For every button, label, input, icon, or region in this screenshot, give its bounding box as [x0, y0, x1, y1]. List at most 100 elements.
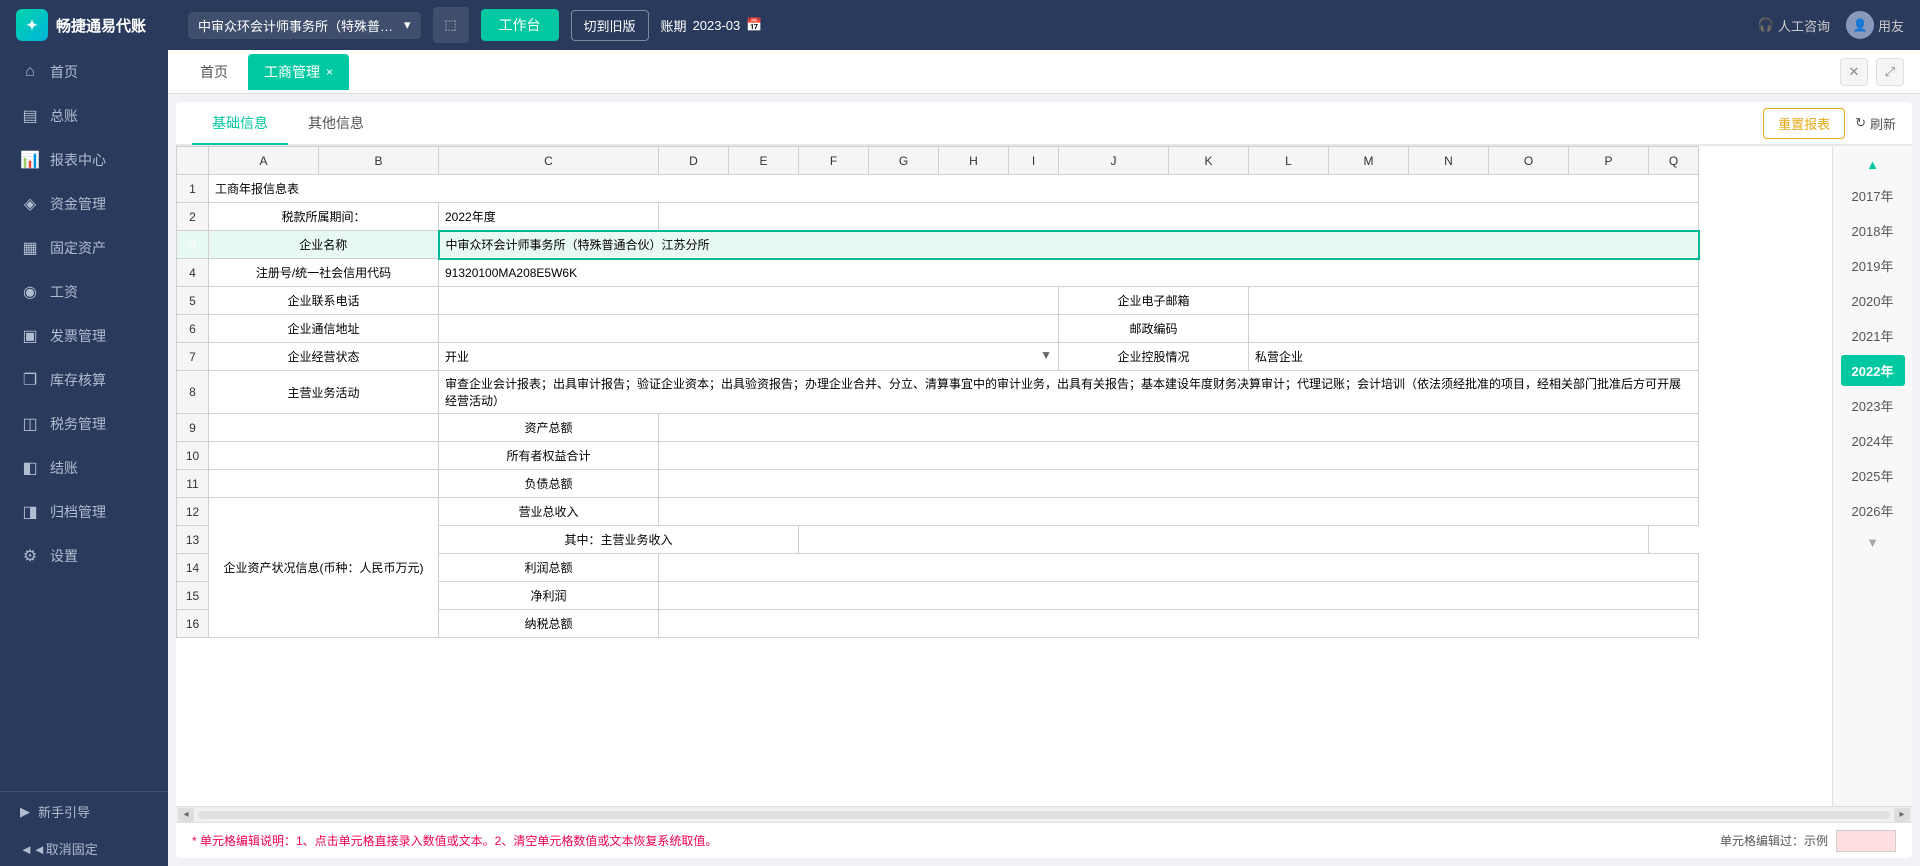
subtab-other[interactable]: 其他信息: [288, 103, 384, 145]
reset-button[interactable]: 重置报表: [1763, 108, 1845, 139]
period-label: 账期: [661, 16, 687, 35]
col-header-b[interactable]: B: [319, 147, 439, 175]
cell-3-c[interactable]: 中审众环会计师事务所（特殊普通合伙）江苏分所: [439, 231, 1699, 259]
sidebar-label-home: 首页: [50, 62, 78, 82]
year-2019[interactable]: 2019年: [1841, 250, 1905, 281]
cell-11-d[interactable]: [659, 470, 1699, 498]
cell-5-c[interactable]: [439, 287, 1059, 315]
cell-4-c[interactable]: 91320100MA208E5W6K: [439, 259, 1699, 287]
year-2018[interactable]: 2018年: [1841, 215, 1905, 246]
cell-6-k[interactable]: [1249, 315, 1699, 343]
year-2025[interactable]: 2025年: [1841, 460, 1905, 491]
col-header-m[interactable]: M: [1329, 147, 1409, 175]
tabbar: 首页 工商管理 × ✕ ⤢: [168, 50, 1920, 94]
company-selector[interactable]: 中审众环会计师事务所（特殊普通合伙... ▾: [188, 12, 421, 39]
sidebar-item-salary[interactable]: ◉ 工资: [0, 270, 168, 314]
cell-7-n[interactable]: 私营企业: [1249, 343, 1699, 371]
cell-6-c[interactable]: [439, 315, 1059, 343]
row-num-9: 9: [177, 414, 209, 442]
sidebar-item-tax[interactable]: ◫ 税务管理: [0, 402, 168, 446]
cell-5-k[interactable]: [1249, 287, 1699, 315]
chevron-down-icon: ▾: [404, 17, 411, 33]
tab-commerce[interactable]: 工商管理 ×: [248, 54, 349, 90]
new-guide-button[interactable]: ▶ 新手引导: [0, 792, 168, 831]
col-header-p[interactable]: P: [1569, 147, 1649, 175]
checkout-icon: ◧: [20, 458, 40, 478]
salary-icon: ◉: [20, 282, 40, 302]
expand-icon: ⤢: [1885, 64, 1895, 80]
cell-13-g[interactable]: [799, 526, 1649, 554]
sheet-table-wrapper[interactable]: A B C D E F G H I J: [176, 146, 1832, 806]
oldversion-button[interactable]: 切到旧版: [571, 10, 649, 41]
col-header-n[interactable]: N: [1409, 147, 1489, 175]
year-2017[interactable]: 2017年: [1841, 180, 1905, 211]
window-expand-button[interactable]: ⤢: [1876, 58, 1904, 86]
sidebar-item-reports[interactable]: 📊 报表中心: [0, 138, 168, 182]
col-header-k[interactable]: K: [1169, 147, 1249, 175]
workbench-button[interactable]: 工作台: [481, 9, 559, 41]
cell-15-d[interactable]: [659, 582, 1699, 610]
sidebar-item-assets[interactable]: ▦ 固定资产: [0, 226, 168, 270]
sidebar-item-archive[interactable]: ◨ 归档管理: [0, 490, 168, 534]
col-header-e[interactable]: E: [729, 147, 799, 175]
year-scroll-up[interactable]: ▲: [1841, 150, 1905, 178]
sidebar-item-ledger[interactable]: ▤ 总账: [0, 94, 168, 138]
avatar: 👤: [1846, 11, 1874, 39]
col-header-d[interactable]: D: [659, 147, 729, 175]
cell-16-c: 纳税总额: [439, 610, 659, 638]
cell-16-d[interactable]: [659, 610, 1699, 638]
sidebar-label-finance: 资金管理: [50, 194, 106, 214]
year-2020[interactable]: 2020年: [1841, 285, 1905, 316]
window-close-button[interactable]: ✕: [1840, 58, 1868, 86]
sidebar-item-invoice[interactable]: ▣ 发票管理: [0, 314, 168, 358]
consult-button[interactable]: 🎧 人工咨询: [1758, 16, 1830, 35]
cell-10-d[interactable]: [659, 442, 1699, 470]
sidebar-label-ledger: 总账: [50, 106, 78, 126]
tab-home[interactable]: 首页: [184, 54, 244, 90]
user-menu[interactable]: 👤 用友: [1846, 11, 1904, 39]
hscroll-left-btn[interactable]: ◂: [178, 808, 194, 822]
year-2021[interactable]: 2021年: [1841, 320, 1905, 351]
year-2026[interactable]: 2026年: [1841, 495, 1905, 526]
example-label: 单元格编辑过：示例: [1720, 832, 1828, 849]
col-header-f[interactable]: F: [799, 147, 869, 175]
cell-7-c[interactable]: 开业 ▼: [439, 343, 1059, 371]
table-row: 7 企业经营状态 开业 ▼ 企业控股情况 私营企业: [177, 343, 1699, 371]
dropdown-icon[interactable]: ▼: [1040, 348, 1052, 362]
col-header-i[interactable]: I: [1009, 147, 1059, 175]
col-header-c[interactable]: C: [439, 147, 659, 175]
col-header-a[interactable]: A: [209, 147, 319, 175]
refresh-button[interactable]: ↻ 刷新: [1855, 114, 1896, 133]
col-header-g[interactable]: G: [869, 147, 939, 175]
calendar-icon[interactable]: 📅: [746, 17, 762, 33]
hscroll-track[interactable]: [198, 811, 1890, 819]
cell-2-rest: [659, 203, 1699, 231]
cell-2-c[interactable]: 2022年度: [439, 203, 659, 231]
year-2023[interactable]: 2023年: [1841, 390, 1905, 421]
sidebar-item-home[interactable]: ⌂ 首页: [0, 50, 168, 94]
cell-8-c[interactable]: 审查企业会计报表；出具审计报告；验证企业资本；出具验资报告；办理企业合并、分立、…: [439, 371, 1699, 414]
col-header-h[interactable]: H: [939, 147, 1009, 175]
cell-14-d[interactable]: [659, 554, 1699, 582]
year-scroll-down[interactable]: ▼: [1841, 528, 1905, 556]
subtab-basic[interactable]: 基础信息: [192, 103, 288, 145]
cell-12-d[interactable]: [659, 498, 1699, 526]
col-header-o[interactable]: O: [1489, 147, 1569, 175]
row-num-6: 6: [177, 315, 209, 343]
col-header-l[interactable]: L: [1249, 147, 1329, 175]
unpin-button[interactable]: ◄◄取消固定: [0, 831, 168, 866]
year-2024[interactable]: 2024年: [1841, 425, 1905, 456]
col-header-q[interactable]: Q: [1649, 147, 1699, 175]
subtab-actions: 重置报表 ↻ 刷新: [1763, 108, 1896, 139]
sidebar-item-settings[interactable]: ⚙ 设置: [0, 534, 168, 578]
col-header-j[interactable]: J: [1059, 147, 1169, 175]
cell-7-j: 企业控股情况: [1059, 343, 1249, 371]
cell-9-d[interactable]: [659, 414, 1699, 442]
copy-button[interactable]: ⬚: [433, 7, 469, 43]
hscroll-right-btn[interactable]: ▸: [1894, 808, 1910, 822]
sidebar-item-finance[interactable]: ◈ 资金管理: [0, 182, 168, 226]
sidebar-item-checkout[interactable]: ◧ 结账: [0, 446, 168, 490]
tab-close-icon[interactable]: ×: [326, 65, 333, 79]
sidebar-item-inventory[interactable]: ❐ 库存核算: [0, 358, 168, 402]
year-2022[interactable]: 2022年: [1841, 355, 1905, 386]
